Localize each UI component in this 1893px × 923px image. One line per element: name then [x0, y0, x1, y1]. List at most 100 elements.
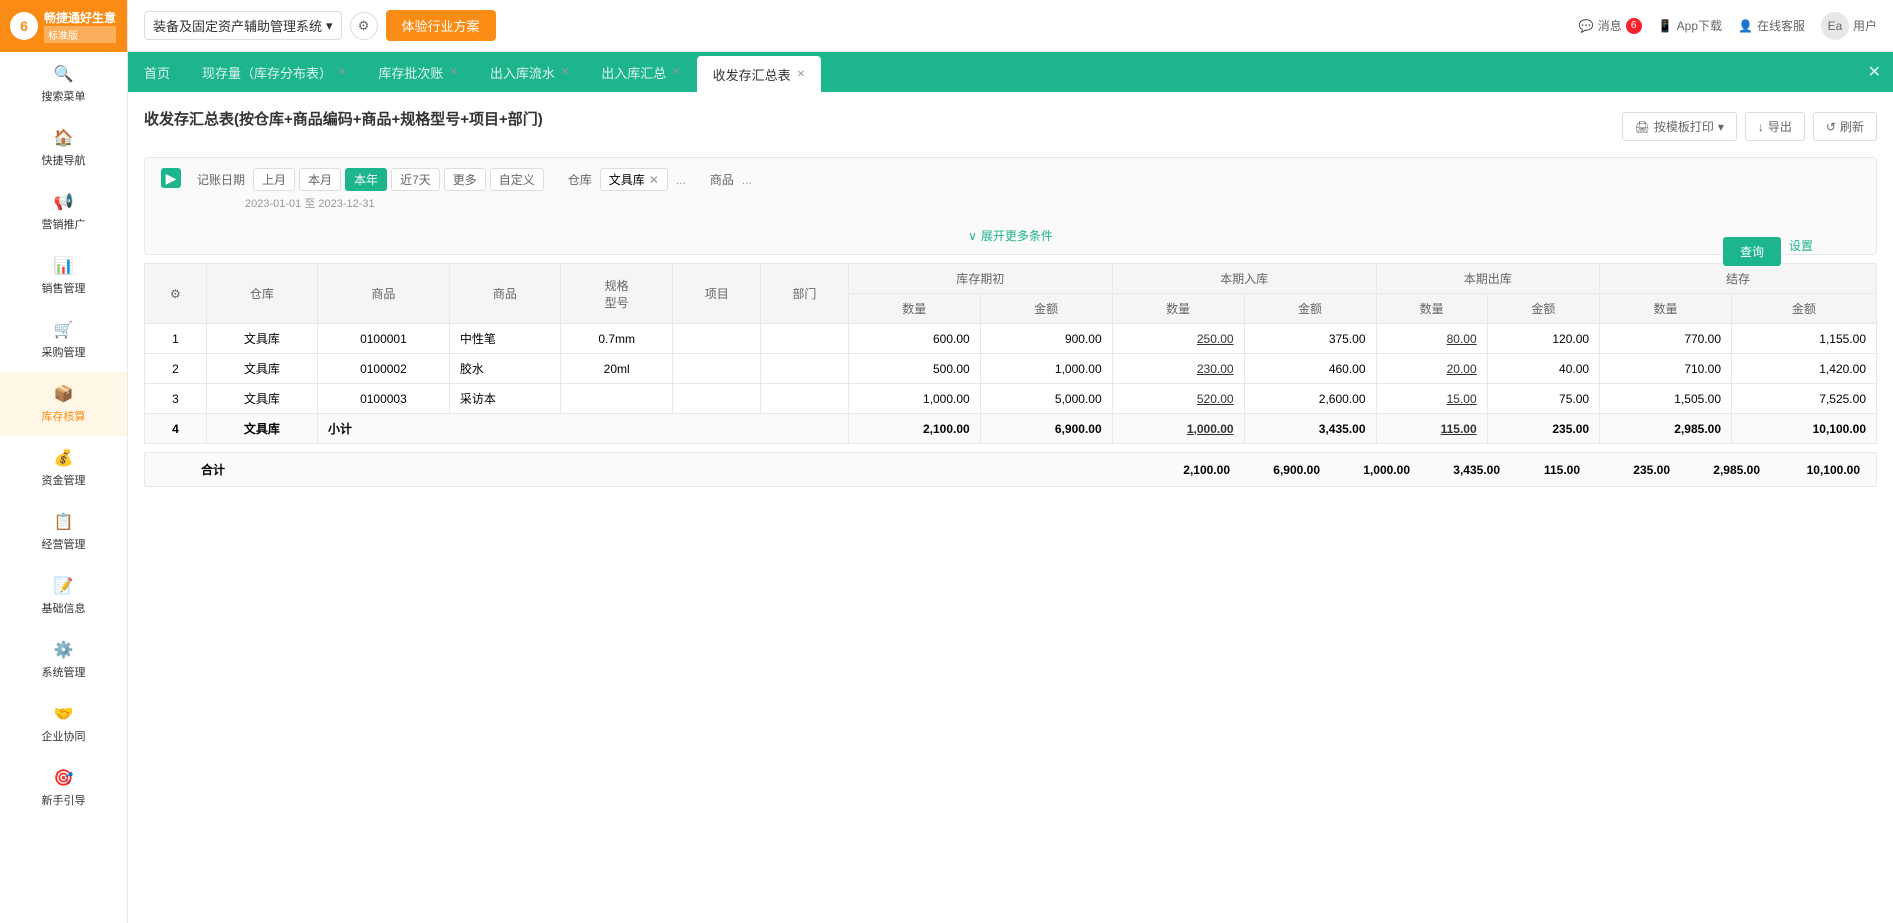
system-title-dropdown[interactable]: 装备及固定资产辅助管理系统 ▾ [144, 11, 342, 40]
page-title: 收发存汇总表(按仓库+商品编码+商品+规格型号+项目+部门) [144, 108, 543, 129]
warehouse-tag-close[interactable]: ✕ [649, 173, 659, 187]
tab-label-inout-flow: 出入库流水 [490, 63, 555, 82]
out-amt-header: 金额 [1487, 294, 1599, 324]
row-in-qty: 230.00 [1112, 354, 1244, 384]
sidebar-item-sales[interactable]: 📊销售管理 [0, 244, 127, 308]
row-spec [560, 384, 672, 414]
row-dept [761, 324, 849, 354]
sidebar-item-label-inventory: 库存核算 [42, 408, 86, 424]
table-row: 1 文具库 0100001 中性笔 0.7mm 600.00 900.00 25… [145, 324, 1877, 354]
subtotal-no: 4 [145, 414, 207, 444]
row-open-qty: 500.00 [848, 354, 980, 384]
tab-bar-close-all[interactable]: ✕ [1856, 62, 1893, 82]
sidebar-item-label-system: 系统管理 [42, 664, 86, 680]
date-filter-label: 记账日期 [197, 171, 245, 188]
sidebar-item-purchase[interactable]: 🛒采购管理 [0, 308, 127, 372]
online-service-action[interactable]: 👤 在线客服 [1738, 17, 1805, 34]
sidebar-item-inventory[interactable]: 📦库存核算 [0, 372, 127, 436]
operations-icon: 📋 [54, 512, 74, 532]
tab-close-stock-dist[interactable]: ✕ [338, 67, 346, 78]
sidebar-item-system[interactable]: ⚙️ 系统管理 [0, 628, 127, 692]
subtotal-close-amt: 10,100.00 [1732, 414, 1877, 444]
open-amt-header: 金额 [980, 294, 1112, 324]
project-col-header: 项目 [673, 264, 761, 324]
warehouse-tag-value: 文具库 [609, 171, 645, 188]
expand-icon: ∨ [968, 229, 977, 243]
message-action[interactable]: 💬 消息 6 [1579, 17, 1642, 34]
goods-more[interactable]: ... [742, 173, 752, 187]
out-group-header: 本期出库 [1376, 264, 1600, 294]
sidebar-item-guide[interactable]: 🎯新手引导 [0, 756, 127, 820]
sidebar-item-label-guide: 新手引导 [42, 792, 86, 808]
settings-button[interactable]: ⚙ [350, 12, 378, 40]
tab-close-recv-send[interactable]: ✕ [797, 69, 805, 80]
tab-close-batch[interactable]: ✕ [449, 67, 457, 78]
date-preset-group: 上月 本月 本年 近7天 更多 自定义 [253, 168, 544, 191]
this-month-btn[interactable]: 本月 [299, 168, 341, 191]
row-spec: 20ml [560, 354, 672, 384]
filter-collapse-button[interactable]: ▶ [161, 168, 181, 188]
top-header: 装备及固定资产辅助管理系统 ▾ ⚙ 体验行业方案 💬 消息 6 📱 App下载 … [128, 0, 1893, 52]
app-download-action[interactable]: 📱 App下载 [1658, 17, 1722, 34]
tab-recv-send[interactable]: 收发存汇总表✕ [697, 56, 821, 92]
custom-btn[interactable]: 自定义 [490, 168, 544, 191]
sidebar-item-operations[interactable]: 📋经营管理 [0, 500, 127, 564]
user-action[interactable]: Ea 用户 [1821, 12, 1877, 40]
export-button[interactable]: ↓ 导出 [1745, 112, 1805, 141]
row-warehouse: 文具库 [206, 384, 317, 414]
close-amt-header: 金额 [1732, 294, 1877, 324]
row-close-qty: 1,505.00 [1600, 384, 1732, 414]
query-button[interactable]: 查询 [1723, 237, 1781, 266]
message-badge: 6 [1626, 18, 1642, 34]
sidebar-item-quick-nav[interactable]: 🏠快捷导航 [0, 116, 127, 180]
total-out-qty: 115.00 [1500, 463, 1580, 477]
sidebar-item-basic[interactable]: 📝基础信息 [0, 564, 127, 628]
logo-icon: 6 [10, 12, 38, 40]
tab-close-inout-flow[interactable]: ✕ [561, 67, 569, 78]
print-button[interactable]: 🖨 按模板打印 ▾ [1622, 112, 1737, 141]
sidebar-item-label-corp: 企业协同 [42, 728, 86, 744]
warehouse-tag: 文具库 ✕ [600, 168, 668, 191]
closing-group-header: 结存 [1600, 264, 1877, 294]
phone-icon: 📱 [1658, 19, 1673, 33]
trial-button[interactable]: 体验行业方案 [386, 10, 496, 41]
row-name: 中性笔 [449, 324, 560, 354]
sidebar-item-corp[interactable]: 🤝企业协同 [0, 692, 127, 756]
finance-icon: 💰 [54, 448, 74, 468]
sidebar-item-marketing[interactable]: 📢营销推广 [0, 180, 127, 244]
this-year-btn[interactable]: 本年 [345, 168, 387, 191]
refresh-button[interactable]: ↺ 刷新 [1813, 112, 1877, 141]
warehouse-more[interactable]: ... [676, 173, 686, 187]
system-title-area: 装备及固定资产辅助管理系统 ▾ ⚙ 体验行业方案 [144, 10, 1567, 41]
open-qty-header: 数量 [848, 294, 980, 324]
subtotal-out-amt: 235.00 [1487, 414, 1599, 444]
in-qty-header: 数量 [1112, 294, 1244, 324]
message-icon: 💬 [1579, 19, 1594, 33]
tab-batch[interactable]: 库存批次账✕ [362, 52, 473, 92]
page-content: 收发存汇总表(按仓库+商品编码+商品+规格型号+项目+部门) 🖨 按模板打印 ▾… [128, 92, 1893, 923]
sidebar-item-search[interactable]: 🔍搜索菜单 [0, 52, 127, 116]
sidebar-item-label-marketing: 营销推广 [42, 216, 86, 232]
last-month-btn[interactable]: 上月 [253, 168, 295, 191]
subtotal-open-amt: 6,900.00 [980, 414, 1112, 444]
sidebar-nav: 🔍搜索菜单🏠快捷导航📢营销推广📊销售管理🛒采购管理📦库存核算💰资金管理📋经营管理… [0, 52, 127, 820]
row-close-qty: 710.00 [1600, 354, 1732, 384]
table-container: ⚙ 仓库 商品 商品 规格型号 项目 部门 库存期初 本期入库 本期出库 结存 … [144, 263, 1877, 444]
total-close-amt: 10,100.00 [1760, 463, 1860, 477]
settings-link[interactable]: 设置 [1789, 237, 1813, 266]
system-icon: ⚙️ [54, 640, 74, 660]
more-btn[interactable]: 更多 [444, 168, 486, 191]
sidebar-item-label-basic: 基础信息 [42, 600, 86, 616]
tab-label-stock-dist: 现存量（库存分布表） [202, 63, 332, 82]
tab-close-inout-summary[interactable]: ✕ [672, 67, 680, 78]
sidebar-item-label-quick-nav: 快捷导航 [42, 152, 86, 168]
recent7-btn[interactable]: 近7天 [391, 168, 440, 191]
tab-home[interactable]: 首页 [128, 52, 186, 92]
row-out-amt: 75.00 [1487, 384, 1599, 414]
tab-inout-summary[interactable]: 出入库汇总✕ [585, 52, 696, 92]
expand-conditions-btn[interactable]: ∨ 展开更多条件 [968, 227, 1053, 244]
tab-inout-flow[interactable]: 出入库流水 ✕ [474, 52, 585, 92]
subtotal-in-amt: 3,435.00 [1244, 414, 1376, 444]
sidebar-item-finance[interactable]: 💰资金管理 [0, 436, 127, 500]
tab-stock-dist[interactable]: 现存量（库存分布表） ✕ [186, 52, 362, 92]
